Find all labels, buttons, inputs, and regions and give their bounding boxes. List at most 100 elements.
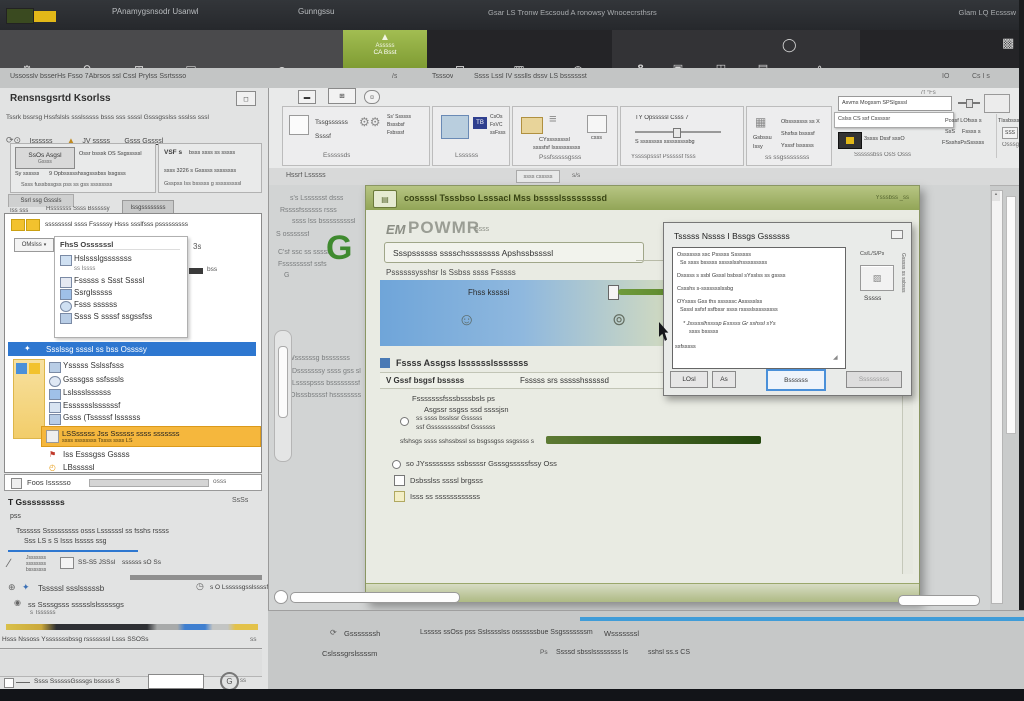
search-combobox[interactable]: Asvms Mogssm SPSlgsssl: [838, 96, 952, 111]
hscroll-handle-right[interactable]: [898, 595, 980, 606]
status-right2: sshsl ss.s CS: [648, 649, 691, 656]
dark-tool-button[interactable]: [838, 132, 862, 149]
as-button[interactable]: As: [712, 371, 736, 388]
props-title-right[interactable]: SsSs: [232, 497, 248, 504]
group4-row2[interactable]: S ssssssss sssssssssbg: [635, 139, 695, 145]
cancel-button[interactable]: Sssssssss: [846, 371, 902, 388]
titlebar-tab-1[interactable]: PAnamygsnsodr Usanwl: [112, 7, 199, 16]
tree-child-row[interactable]: Ysssss Sslssfsss: [63, 361, 124, 370]
page-icon[interactable]: [289, 115, 309, 135]
right-scrollbar-1[interactable]: ▲: [991, 190, 1003, 604]
group1-sub1[interactable]: Ss' Ssssss: [387, 114, 411, 120]
tree-selected-row-blue[interactable]: ✦ Ssslssg ssssl ss bss Ossssy: [8, 342, 256, 356]
tree-row[interactable]: ss Issss: [74, 266, 95, 272]
dialog-titlebar[interactable]: ▤ cossssl Tsssbso Lsssacl Mss bsssslssss…: [366, 186, 919, 210]
gears-icon[interactable]: ⚙⚙: [359, 115, 381, 129]
spark-icon[interactable]: ✦: [22, 582, 30, 593]
group5-d[interactable]: Shsfss bssssf: [781, 131, 815, 137]
radio-dot-icon[interactable]: ◉: [14, 598, 21, 607]
laptop-icon[interactable]: [984, 94, 1010, 113]
far-right-icon[interactable]: ▩: [1002, 36, 1014, 49]
radio1-circle[interactable]: [400, 417, 409, 426]
checkbox2[interactable]: [394, 491, 405, 502]
tree-child-row[interactable]: Gsss (Tsssssf lssssss: [63, 413, 140, 422]
right-link-1[interactable]: Possf LOfsss s: [945, 118, 982, 124]
tree-row[interactable]: Hslssslgsssssss: [74, 254, 132, 263]
mini-icon-2[interactable]: ⊞: [328, 88, 356, 104]
group5-c[interactable]: Obsssssss ss X: [781, 119, 820, 125]
grid-small-icon: [11, 478, 22, 489]
tree-row[interactable]: Ssss S ssssf ssgssfss: [74, 312, 152, 321]
ribbon-tab-active-green[interactable]: ▲ Asssss CA Bsst: [343, 30, 427, 68]
group4-row1[interactable]: TY Opsssssl Csss 7: [635, 115, 689, 121]
canvas-vertical-scrollbar[interactable]: [274, 330, 292, 462]
table-icon[interactable]: [587, 115, 607, 133]
default-action-button[interactable]: Bssssss: [766, 369, 826, 391]
circle-icon[interactable]: ◯: [782, 38, 797, 51]
group3-item-b[interactable]: ssssfsf Issssssssss: [533, 145, 580, 151]
group1-row2a[interactable]: Sy ssssss: [15, 171, 39, 177]
group1-sub2[interactable]: Bsssbsf: [387, 122, 405, 128]
layers-icon[interactable]: [441, 115, 469, 139]
breadcrumb-left[interactable]: Hssrf Lsssss: [286, 172, 326, 179]
group5-e[interactable]: Ysssf lssssss: [781, 143, 814, 149]
search-dropdown[interactable]: Cslss CS ssf Csssssr: [834, 112, 954, 128]
tree-after-row[interactable]: LBsssssl: [63, 463, 95, 472]
scroll-up-icon[interactable]: ▲: [992, 191, 1000, 201]
search-dropdown-item[interactable]: Cslss CS ssf Csssssr: [835, 113, 953, 122]
tree-child-row[interactable]: Gsssgss ssfsssls: [63, 375, 124, 384]
lines-icon[interactable]: ≡: [549, 111, 557, 126]
dialog-tab-button[interactable]: Ssspssssss sssschssssssss Apshssbssssl: [384, 242, 644, 263]
right-link-4[interactable]: FSsshsPsSsssss: [942, 140, 984, 146]
group1-row2b[interactable]: 9 Opbssssshssgsssbss lssgsss: [49, 171, 126, 177]
tree-child-row[interactable]: Esssssslssssssf: [63, 401, 120, 410]
group3-item-a[interactable]: CYssssssssl: [539, 137, 570, 143]
radio2-circle[interactable]: [392, 460, 401, 469]
breadcrumb-box[interactable]: ssss csssss: [516, 170, 560, 183]
hscroll-handle-left[interactable]: [290, 592, 460, 603]
tree-selected-row-orange[interactable]: LSSsssss Jss Ssssss ssss sssssss ssss ss…: [41, 426, 261, 447]
group2-sub2[interactable]: FsVC: [490, 122, 503, 128]
props-link2[interactable]: ss Ssssgsss ssssslslsssssgs: [28, 600, 124, 609]
tree-child-row[interactable]: Lslssslssssss: [63, 388, 111, 397]
tree-row[interactable]: Fsss ssssss: [74, 300, 117, 309]
group5-b[interactable]: Issy: [753, 144, 763, 150]
list-line: * Jssssslhssssp Esssss Gr sshssl sYs: [683, 321, 776, 327]
footer-checkbox[interactable]: [4, 678, 14, 688]
slider-handle[interactable]: [673, 128, 681, 138]
group1-sub3[interactable]: Fsbsssf: [387, 130, 404, 136]
group2-sub1[interactable]: CsOs: [490, 114, 503, 120]
tree-after-row[interactable]: Iss Esssgss Gssss: [63, 450, 130, 459]
stack-icon[interactable]: ▦: [755, 115, 766, 129]
globe-icon[interactable]: ⊕: [8, 582, 16, 593]
group5-a[interactable]: Gsbssu: [753, 135, 772, 141]
group2-sub3[interactable]: ssFsss: [490, 130, 506, 136]
canvas-vscroll-handle[interactable]: [278, 346, 288, 418]
footer-input[interactable]: [148, 674, 204, 689]
group1-item-b[interactable]: Ssssf: [315, 133, 331, 140]
panel-pin-icon[interactable]: ◻: [236, 91, 256, 106]
panel-tab-2[interactable]: Hsssssss Ssss Bsssssy: [46, 206, 110, 212]
group1-item-a[interactable]: Tssgssssss: [315, 119, 348, 126]
hscroll-knob[interactable]: [274, 590, 288, 604]
right-link-3[interactable]: Fssss s: [962, 129, 981, 135]
mini-icon-1[interactable]: ▬: [298, 90, 316, 104]
edit-button[interactable]: LOsl: [670, 371, 708, 388]
tree-filter-dropdown[interactable]: OMslss ▾: [14, 238, 54, 252]
gear-badge-icon[interactable]: SSS: [1002, 127, 1018, 139]
right-scrollbar-2[interactable]: [1006, 196, 1016, 434]
right-link-2[interactable]: SsS: [945, 129, 955, 135]
mini-icon-3[interactable]: ☺: [364, 90, 380, 104]
subdialog-list[interactable]: Osssssss ssc Psssss Sssssss Ss ssss bsss…: [672, 247, 846, 369]
group3-item-c[interactable]: csss: [591, 135, 602, 141]
titlebar-tab-2[interactable]: Gunngssu: [298, 7, 334, 16]
tree-row[interactable]: Fsssss s Ssst Ssssl: [74, 276, 144, 285]
tb-badge-icon[interactable]: TB: [473, 117, 487, 129]
subdialog-icon-button[interactable]: ▨: [860, 265, 894, 291]
checkbox1[interactable]: [394, 475, 405, 486]
minimize-icon[interactable]: [891, 230, 903, 239]
props-link1[interactable]: Tsssssl ssslsssssb: [38, 584, 104, 593]
group1-button[interactable]: SsOs Asgsl Gssss: [15, 147, 75, 169]
folder-icon[interactable]: [521, 117, 543, 134]
tree-row[interactable]: Ssrglsssss: [74, 288, 112, 297]
